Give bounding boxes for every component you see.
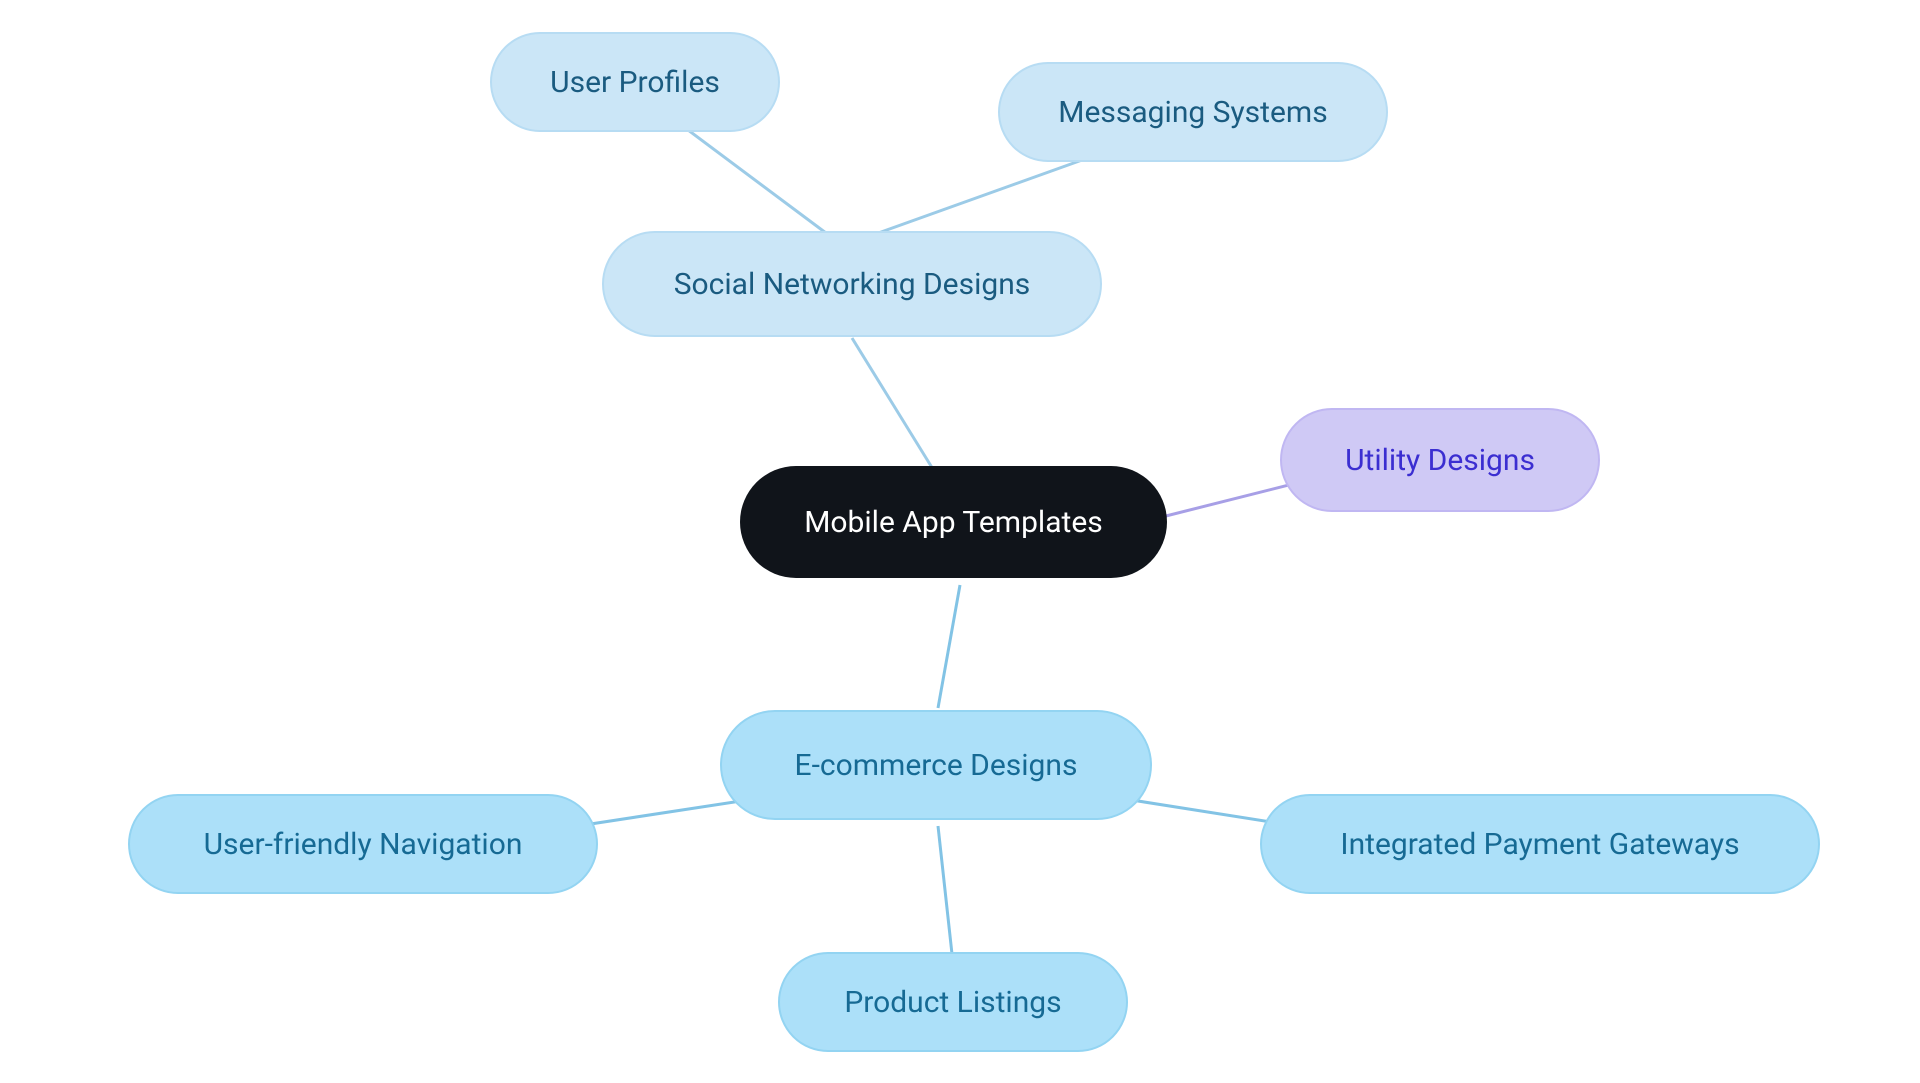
node-navigation[interactable]: User-friendly Navigation [128,794,598,894]
node-listings[interactable]: Product Listings [778,952,1128,1052]
edge-social-messaging [870,150,1110,236]
node-messaging-label: Messaging Systems [1058,95,1327,130]
node-ecommerce[interactable]: E-commerce Designs [720,710,1152,820]
node-root[interactable]: Mobile App Templates [740,466,1167,578]
node-messaging[interactable]: Messaging Systems [998,62,1388,162]
edge-ecommerce-listings [938,826,952,954]
mindmap-canvas: Mobile App Templates Social Networking D… [0,0,1920,1083]
node-social-label: Social Networking Designs [674,267,1031,302]
edge-root-ecommerce [938,585,960,708]
node-ecommerce-label: E-commerce Designs [795,748,1078,783]
node-social[interactable]: Social Networking Designs [602,231,1102,337]
node-listings-label: Product Listings [844,985,1061,1020]
edge-social-profiles [680,124,830,236]
node-user-profiles-label: User Profiles [550,65,720,100]
node-user-profiles[interactable]: User Profiles [490,32,780,132]
node-payments-label: Integrated Payment Gateways [1340,827,1739,862]
node-root-label: Mobile App Templates [804,505,1103,540]
node-navigation-label: User-friendly Navigation [204,827,523,862]
node-utility[interactable]: Utility Designs [1280,408,1600,512]
node-utility-label: Utility Designs [1345,443,1535,478]
node-payments[interactable]: Integrated Payment Gateways [1260,794,1820,894]
